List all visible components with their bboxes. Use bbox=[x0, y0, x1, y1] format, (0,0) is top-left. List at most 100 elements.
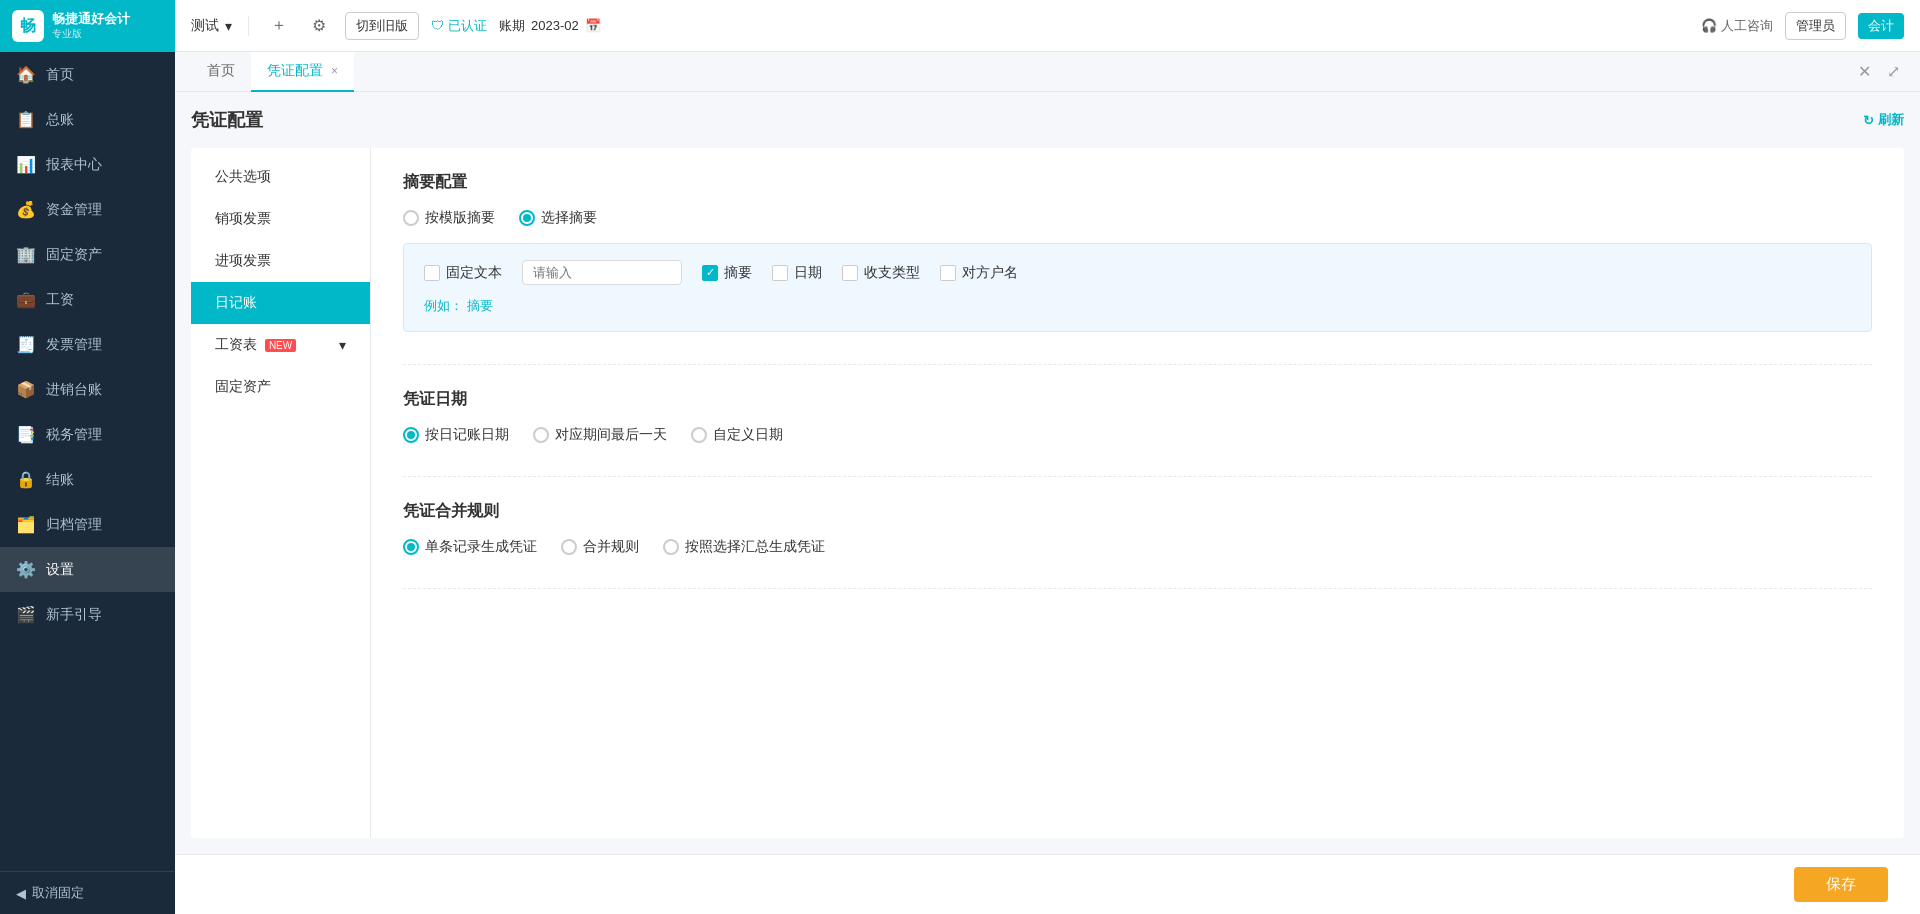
settings-button[interactable]: ⚙ bbox=[305, 12, 333, 40]
divider-3 bbox=[403, 588, 1872, 589]
sidebar-item-guide[interactable]: 🎬 新手引导 bbox=[0, 592, 175, 637]
config-layout: 公共选项 销项发票 进项发票 日记账 工资表 NEW bbox=[191, 148, 1904, 838]
checkbox-counterpart[interactable]: 对方户名 bbox=[940, 264, 1018, 282]
calendar-icon[interactable]: 📅 bbox=[585, 18, 601, 33]
summary-section: 摘要配置 按模版摘要 选择摘要 bbox=[403, 172, 1872, 332]
radio-merge-rule bbox=[561, 539, 577, 555]
add-button[interactable]: ＋ bbox=[265, 12, 293, 40]
tab-voucher-config[interactable]: 凭证配置 × bbox=[251, 52, 354, 92]
merge-option-rule[interactable]: 合并规则 bbox=[561, 538, 639, 556]
checkbox-fixed-text[interactable]: 固定文本 bbox=[424, 264, 502, 282]
payroll-icon: 💼 bbox=[16, 290, 36, 309]
certified-status: 🛡 已认证 bbox=[431, 17, 487, 35]
certified-icon: 🛡 bbox=[431, 18, 444, 33]
sidebar-item-closing[interactable]: 🔒 结账 bbox=[0, 457, 175, 502]
summary-option-template[interactable]: 按模版摘要 bbox=[403, 209, 495, 227]
summary-radio-group: 按模版摘要 选择摘要 bbox=[403, 209, 1872, 227]
config-nav-sales-invoice[interactable]: 销项发票 bbox=[191, 198, 370, 240]
ledger-icon: 📋 bbox=[16, 110, 36, 129]
config-nav-payroll-table[interactable]: 工资表 NEW ▾ bbox=[191, 324, 370, 366]
pin-icon: ◀ bbox=[16, 886, 26, 901]
expand-tab-button[interactable]: ⤢ bbox=[1883, 58, 1904, 85]
save-button[interactable]: 保存 bbox=[1794, 867, 1888, 902]
sidebar-item-tax[interactable]: 📑 税务管理 bbox=[0, 412, 175, 457]
topbar-divider-1 bbox=[248, 16, 249, 36]
logo-icon: 畅 bbox=[12, 10, 44, 42]
radio-custom-date bbox=[691, 427, 707, 443]
config-nav-public[interactable]: 公共选项 bbox=[191, 156, 370, 198]
company-selector[interactable]: 测试 ▾ bbox=[191, 17, 232, 35]
radio-template bbox=[403, 210, 419, 226]
app-edition: 专业版 bbox=[52, 27, 130, 41]
refresh-icon: ↻ bbox=[1863, 113, 1874, 128]
logo-text-container: 畅捷通好会计 专业版 bbox=[52, 11, 130, 42]
save-bar: 保存 bbox=[175, 854, 1920, 914]
checkbox-summary[interactable]: 摘要 bbox=[702, 264, 752, 282]
summary-config-box: 固定文本 摘要 日期 bbox=[403, 243, 1872, 332]
certified-label: 已认证 bbox=[448, 17, 487, 35]
company-name: 测试 bbox=[191, 17, 219, 35]
radio-select bbox=[519, 210, 535, 226]
tabbar-actions: ✕ ⤢ bbox=[1854, 58, 1904, 85]
config-content: 摘要配置 按模版摘要 选择摘要 bbox=[371, 148, 1904, 838]
admin-button[interactable]: 管理员 bbox=[1785, 12, 1846, 40]
topbar-right: 🎧 人工咨询 管理员 会计 bbox=[1701, 12, 1904, 40]
sidebar-item-funds[interactable]: 💰 资金管理 bbox=[0, 187, 175, 232]
sidebar-item-sales-ledger[interactable]: 📦 进销台账 bbox=[0, 367, 175, 412]
sidebar-item-settings[interactable]: ⚙️ 设置 bbox=[0, 547, 175, 592]
checkbox-date[interactable]: 日期 bbox=[772, 264, 822, 282]
period-value: 2023-02 bbox=[531, 18, 579, 33]
merge-option-select-merge[interactable]: 按照选择汇总生成凭证 bbox=[663, 538, 825, 556]
summary-section-title: 摘要配置 bbox=[403, 172, 1872, 193]
date-checkbox bbox=[772, 265, 788, 281]
sidebar: 畅 畅捷通好会计 专业版 🏠 首页 📋 总账 📊 报表中心 💰 资金管理 🏢 固… bbox=[0, 0, 175, 914]
page-title: 凭证配置 bbox=[191, 108, 263, 132]
merge-option-single[interactable]: 单条记录生成凭证 bbox=[403, 538, 537, 556]
counterpart-checkbox bbox=[940, 265, 956, 281]
archive-icon: 🗂️ bbox=[16, 515, 36, 534]
date-section-title: 凭证日期 bbox=[403, 389, 1872, 410]
refresh-button[interactable]: ↻ 刷新 bbox=[1863, 111, 1904, 129]
fixed-text-checkbox bbox=[424, 265, 440, 281]
sidebar-logo: 畅 畅捷通好会计 专业版 bbox=[0, 0, 175, 52]
invoice-mgmt-icon: 🧾 bbox=[16, 335, 36, 354]
switch-old-version-button[interactable]: 切到旧版 bbox=[345, 12, 419, 40]
role-badge: 会计 bbox=[1858, 13, 1904, 39]
divider-2 bbox=[403, 476, 1872, 477]
tab-home[interactable]: 首页 bbox=[191, 52, 251, 92]
summary-option-select[interactable]: 选择摘要 bbox=[519, 209, 597, 227]
cancel-fixed-button[interactable]: ◀ 取消固定 bbox=[0, 871, 175, 914]
fixed-assets-icon: 🏢 bbox=[16, 245, 36, 264]
sales-ledger-icon: 📦 bbox=[16, 380, 36, 399]
merge-section: 凭证合并规则 单条记录生成凭证 合并规则 bbox=[403, 501, 1872, 556]
sidebar-item-payroll[interactable]: 💼 工资 bbox=[0, 277, 175, 322]
tabbar: 首页 凭证配置 × ✕ ⤢ bbox=[175, 52, 1920, 92]
fixed-text-input[interactable] bbox=[522, 260, 682, 285]
config-nav-journal[interactable]: 日记账 bbox=[191, 282, 370, 324]
funds-icon: 💰 bbox=[16, 200, 36, 219]
config-nav-purchase-invoice[interactable]: 进项发票 bbox=[191, 240, 370, 282]
page-title-bar: 凭证配置 ↻ 刷新 bbox=[191, 108, 1904, 132]
service-button[interactable]: 🎧 人工咨询 bbox=[1701, 17, 1773, 35]
config-nav-fixed-assets[interactable]: 固定资产 bbox=[191, 366, 370, 408]
sidebar-item-archive[interactable]: 🗂️ 归档管理 bbox=[0, 502, 175, 547]
merge-radio-group: 单条记录生成凭证 合并规则 按照选择汇总生成凭证 bbox=[403, 538, 1872, 556]
payment-type-checkbox bbox=[842, 265, 858, 281]
sidebar-item-invoice-mgmt[interactable]: 🧾 发票管理 bbox=[0, 322, 175, 367]
summary-checkbox bbox=[702, 265, 718, 281]
closing-icon: 🔒 bbox=[16, 470, 36, 489]
period-label: 账期 bbox=[499, 17, 525, 35]
sidebar-item-ledger[interactable]: 📋 总账 bbox=[0, 97, 175, 142]
tab-close-voucher-config[interactable]: × bbox=[331, 64, 338, 78]
date-option-custom[interactable]: 自定义日期 bbox=[691, 426, 783, 444]
radio-journal-date bbox=[403, 427, 419, 443]
sidebar-item-home[interactable]: 🏠 首页 bbox=[0, 52, 175, 97]
date-section: 凭证日期 按日记账日期 对应期间最后一天 bbox=[403, 389, 1872, 444]
date-option-journal[interactable]: 按日记账日期 bbox=[403, 426, 509, 444]
date-option-period-last[interactable]: 对应期间最后一天 bbox=[533, 426, 667, 444]
close-tab-button[interactable]: ✕ bbox=[1854, 58, 1875, 85]
sidebar-item-reports[interactable]: 📊 报表中心 bbox=[0, 142, 175, 187]
sidebar-item-fixed-assets[interactable]: 🏢 固定资产 bbox=[0, 232, 175, 277]
checkbox-payment-type[interactable]: 收支类型 bbox=[842, 264, 920, 282]
company-dropdown-icon: ▾ bbox=[225, 18, 232, 34]
